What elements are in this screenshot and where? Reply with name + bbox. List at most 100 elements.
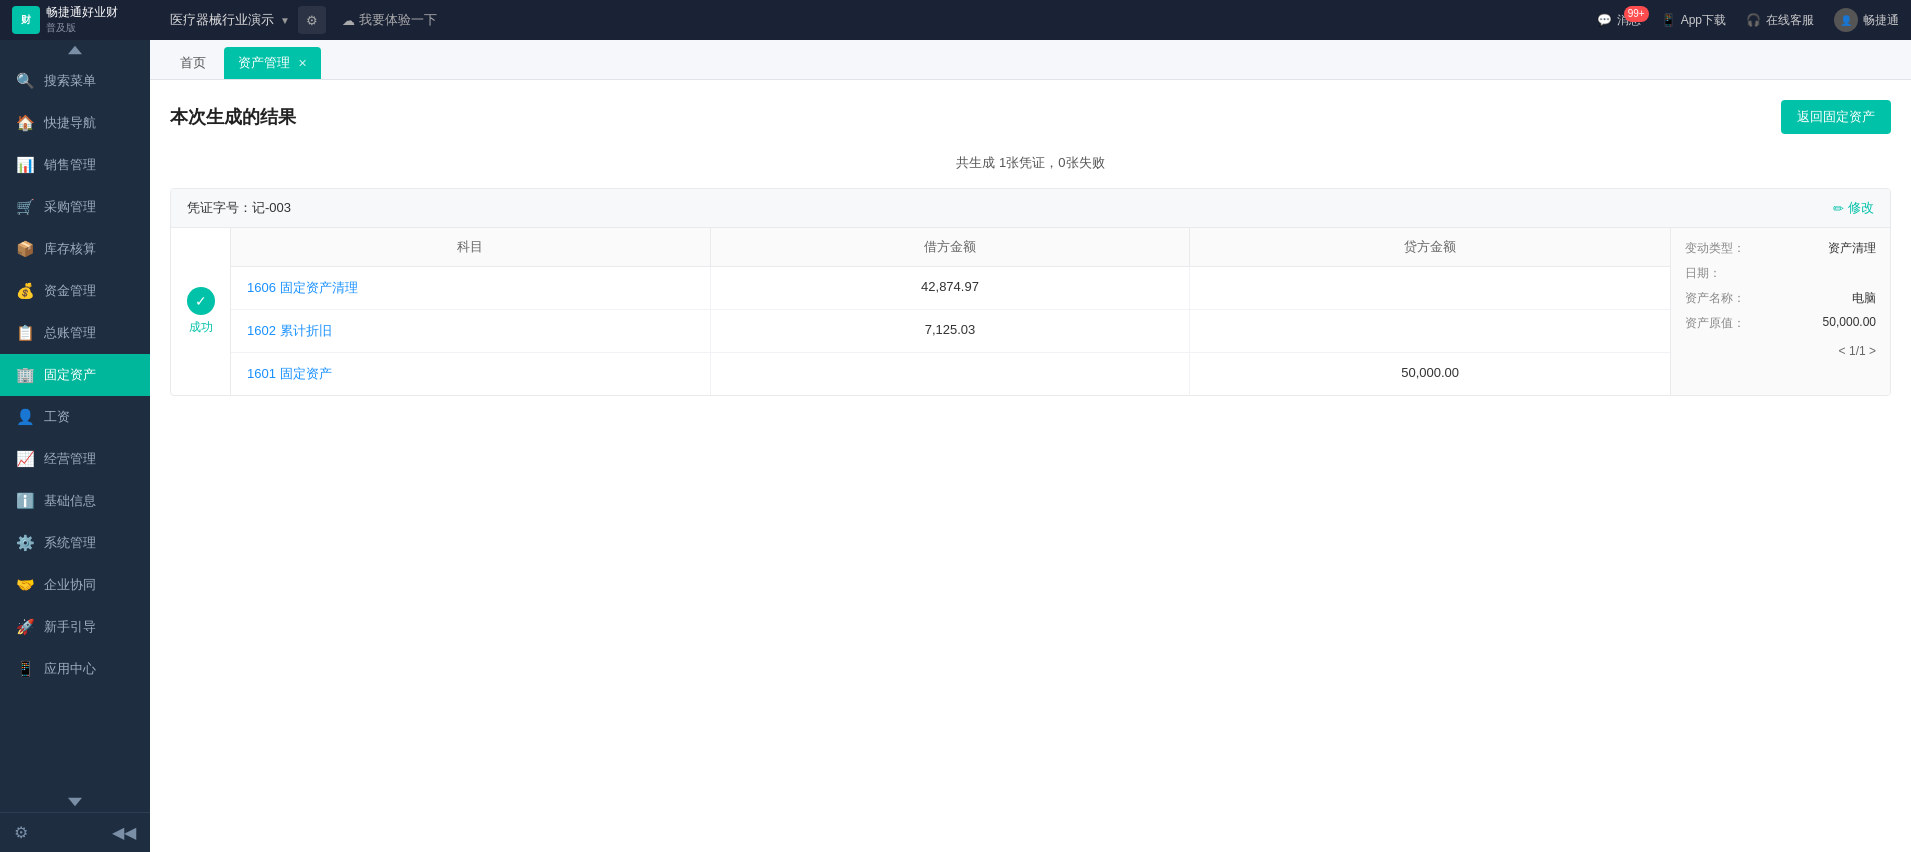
fixed-assets-icon: 🏢 (16, 366, 34, 384)
sidebar-label-operations: 经营管理 (44, 450, 96, 468)
original-value-label: 资产原值： (1685, 315, 1745, 332)
tab-asset-mgmt-label: 资产管理 (238, 54, 290, 72)
sidebar-label-search: 搜索菜单 (44, 72, 96, 90)
cell-debit-1: 7,125.03 (711, 310, 1191, 352)
online-service-button[interactable]: 🎧 在线客服 (1746, 12, 1814, 29)
message-icon: 💬 (1597, 13, 1612, 27)
sidebar-item-search[interactable]: 🔍 搜索菜单 (0, 60, 150, 102)
voucher-card: 凭证字号：记-003 ✏ 修改 ✓ 成功 (170, 188, 1891, 396)
sidebar-item-system[interactable]: ⚙️ 系统管理 (0, 522, 150, 564)
cell-debit-0: 42,874.97 (711, 267, 1191, 309)
guide-icon: 🚀 (16, 618, 34, 636)
tab-home-label: 首页 (180, 54, 206, 72)
page-content: 本次生成的结果 返回固定资产 共生成 1张凭证，0张失败 凭证字号：记-003 … (150, 80, 1911, 852)
voucher-body: ✓ 成功 科目 借方金额 贷方金额 1606 固定资产清 (171, 228, 1890, 395)
sidebar-collapse-button[interactable]: ◀◀ (112, 823, 136, 842)
message-button[interactable]: 💬 消息 99+ (1597, 12, 1641, 29)
cell-credit-1 (1190, 310, 1670, 352)
online-service-label: 在线客服 (1766, 12, 1814, 29)
edit-label: 修改 (1848, 199, 1874, 217)
app-download-button[interactable]: 📱 App下载 (1661, 12, 1726, 29)
change-type-row: 变动类型： 资产清理 (1685, 240, 1876, 257)
cell-subject-0[interactable]: 1606 固定资产清理 (231, 267, 711, 309)
sidebar-label-ledger: 总账管理 (44, 324, 96, 342)
sidebar-label-quick-nav: 快捷导航 (44, 114, 96, 132)
sidebar-item-purchase[interactable]: 🛒 采购管理 (0, 186, 150, 228)
ledger-icon: 📋 (16, 324, 34, 342)
enterprise-icon: 🤝 (16, 576, 34, 594)
experience-label: 我要体验一下 (359, 11, 437, 29)
sidebar-item-app-center[interactable]: 📱 应用中心 (0, 648, 150, 690)
sidebar-item-quick-nav[interactable]: 🏠 快捷导航 (0, 102, 150, 144)
col-header-subject: 科目 (231, 228, 711, 266)
cell-subject-1[interactable]: 1602 累计折旧 (231, 310, 711, 352)
status-label: 成功 (189, 319, 213, 336)
sidebar-scroll: 🔍 搜索菜单 🏠 快捷导航 📊 销售管理 🛒 采购管理 📦 库存核算 💰 (0, 60, 150, 792)
next-page-button[interactable]: > (1869, 344, 1876, 358)
tab-close-button[interactable]: ✕ (298, 57, 307, 70)
edit-button[interactable]: ✏ 修改 (1833, 199, 1874, 217)
settings-gear-button[interactable]: ⚙ (298, 6, 326, 34)
user-name: 畅捷通 (1863, 12, 1899, 29)
original-value-value: 50,000.00 (1823, 315, 1876, 332)
table-row: 1606 固定资产清理 42,874.97 (231, 267, 1670, 310)
app-download-label: App下载 (1681, 12, 1726, 29)
date-row: 日期： (1685, 265, 1876, 282)
system-icon: ⚙️ (16, 534, 34, 552)
table-row: 1602 累计折旧 7,125.03 (231, 310, 1670, 353)
sidebar-item-finance[interactable]: 💰 资金管理 (0, 270, 150, 312)
sidebar-label-fixed-assets: 固定资产 (44, 366, 96, 384)
inventory-icon: 📦 (16, 240, 34, 258)
prev-page-button[interactable]: < (1839, 344, 1846, 358)
sidebar-item-enterprise[interactable]: 🤝 企业协同 (0, 564, 150, 606)
sidebar-item-fixed-assets[interactable]: 🏢 固定资产 (0, 354, 150, 396)
sidebar-settings-button[interactable]: ⚙ (14, 823, 28, 842)
app-icon: 📱 (1661, 13, 1676, 27)
back-to-fixed-assets-button[interactable]: 返回固定资产 (1781, 100, 1891, 134)
tab-home[interactable]: 首页 (166, 47, 220, 79)
experience-button[interactable]: ☁ 我要体验一下 (342, 11, 437, 29)
page-title-row: 本次生成的结果 返回固定资产 (170, 100, 1891, 134)
asset-name-row: 资产名称： 电脑 (1685, 290, 1876, 307)
subject-link-2[interactable]: 1601 固定资产 (247, 366, 332, 381)
main-layout: 🔍 搜索菜单 🏠 快捷导航 📊 销售管理 🛒 采购管理 📦 库存核算 💰 (0, 40, 1911, 852)
avatar: 👤 (1834, 8, 1858, 32)
sidebar-item-sales[interactable]: 📊 销售管理 (0, 144, 150, 186)
voucher-number: 凭证字号：记-003 (187, 199, 291, 217)
cloud-icon: ☁ (342, 13, 355, 28)
subject-link-1[interactable]: 1602 累计折旧 (247, 323, 332, 338)
sidebar-footer: ⚙ ◀◀ (0, 812, 150, 852)
sidebar-scroll-up[interactable] (0, 40, 150, 60)
company-dropdown-arrow: ▼ (280, 15, 290, 26)
logo-icon: 财 (12, 6, 40, 34)
tab-asset-mgmt[interactable]: 资产管理 ✕ (224, 47, 321, 79)
success-checkmark-icon: ✓ (187, 287, 215, 315)
page-title: 本次生成的结果 (170, 105, 296, 129)
page-indicator: 1/1 (1849, 344, 1869, 358)
sidebar-label-finance: 资金管理 (44, 282, 96, 300)
sidebar-item-inventory[interactable]: 📦 库存核算 (0, 228, 150, 270)
message-badge: 99+ (1624, 6, 1649, 22)
sidebar-item-operations[interactable]: 📈 经营管理 (0, 438, 150, 480)
company-selector[interactable]: 医疗器械行业演示 ▼ (170, 11, 290, 29)
sidebar-item-payroll[interactable]: 👤 工资 (0, 396, 150, 438)
sidebar-item-basic-info[interactable]: ℹ️ 基础信息 (0, 480, 150, 522)
voucher-table: 科目 借方金额 贷方金额 1606 固定资产清理 42,874.97 (231, 228, 1670, 395)
subject-link-0[interactable]: 1606 固定资产清理 (247, 280, 358, 295)
sidebar-item-guide[interactable]: 🚀 新手引导 (0, 606, 150, 648)
sidebar: 🔍 搜索菜单 🏠 快捷导航 📊 销售管理 🛒 采购管理 📦 库存核算 💰 (0, 40, 150, 852)
content-area: 首页 资产管理 ✕ 本次生成的结果 返回固定资产 共生成 1张凭证，0张失败 凭… (150, 40, 1911, 852)
asset-name-value: 电脑 (1852, 290, 1876, 307)
change-type-label: 变动类型： (1685, 240, 1745, 257)
sidebar-item-ledger[interactable]: 📋 总账管理 (0, 312, 150, 354)
payroll-icon: 👤 (16, 408, 34, 426)
cell-debit-2 (711, 353, 1191, 395)
edit-icon: ✏ (1833, 201, 1844, 216)
cell-credit-2: 50,000.00 (1190, 353, 1670, 395)
cell-credit-0 (1190, 267, 1670, 309)
service-icon: 🎧 (1746, 13, 1761, 27)
user-avatar-area[interactable]: 👤 畅捷通 (1834, 8, 1899, 32)
side-panel: 变动类型： 资产清理 日期： 资产名称： 电脑 资产原值： (1670, 228, 1890, 395)
cell-subject-2[interactable]: 1601 固定资产 (231, 353, 711, 395)
sidebar-scroll-down[interactable] (0, 792, 150, 812)
